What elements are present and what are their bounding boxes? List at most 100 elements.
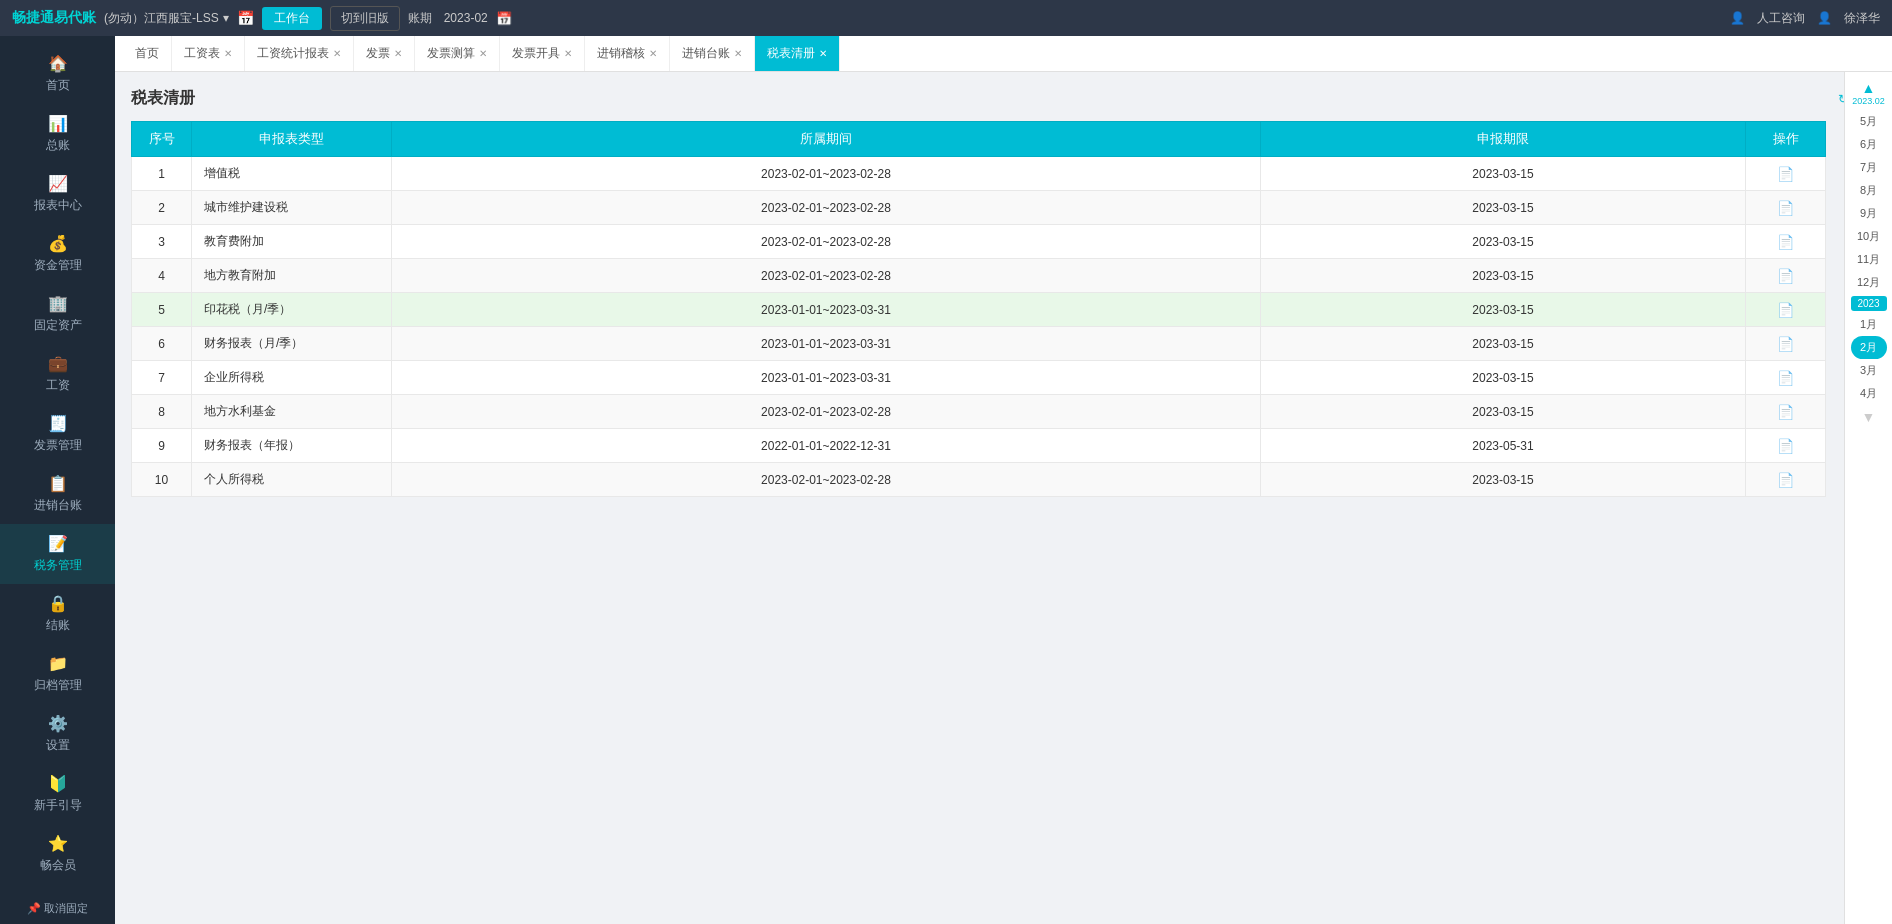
cell-action[interactable]: 📄: [1746, 191, 1826, 225]
close-icon[interactable]: ✕: [649, 48, 657, 59]
cell-action[interactable]: 📄: [1746, 327, 1826, 361]
cell-deadline: 2023-05-31: [1260, 429, 1745, 463]
close-icon[interactable]: ✕: [734, 48, 742, 59]
cell-action[interactable]: 📄: [1746, 395, 1826, 429]
cell-index: 10: [132, 463, 192, 497]
sidebar-item-general-ledger[interactable]: 📊 总账: [0, 104, 115, 164]
edit-icon[interactable]: 📄: [1777, 302, 1794, 318]
close-icon[interactable]: ✕: [224, 48, 232, 59]
cell-action[interactable]: 📄: [1746, 463, 1826, 497]
tab-invoice-open[interactable]: 发票开具 ✕: [500, 36, 585, 72]
tab-payroll-stats[interactable]: 工资统计报表 ✕: [245, 36, 354, 72]
invoice-icon: 🧾: [48, 414, 68, 433]
timeline-month-7[interactable]: 7月: [1851, 156, 1887, 179]
col-index: 序号: [132, 122, 192, 157]
cell-index: 1: [132, 157, 192, 191]
period-label: 账期: [408, 10, 432, 27]
sidebar-item-purchase-sales[interactable]: 📋 进销台账: [0, 464, 115, 524]
sidebar-item-settings[interactable]: ⚙️ 设置: [0, 704, 115, 764]
user-service-button[interactable]: 人工咨询: [1757, 10, 1805, 27]
sidebar-item-invoice-mgmt[interactable]: 🧾 发票管理: [0, 404, 115, 464]
cell-action[interactable]: 📄: [1746, 225, 1826, 259]
table-row: 3教育费附加2023-02-01~2023-02-282023-03-15📄: [132, 225, 1826, 259]
close-icon[interactable]: ✕: [479, 48, 487, 59]
chevron-up-button[interactable]: ▲: [1862, 80, 1876, 96]
timeline-month-4[interactable]: 4月: [1851, 382, 1887, 405]
close-icon[interactable]: ✕: [564, 48, 572, 59]
table-row: 9财务报表（年报）2022-01-01~2022-12-312023-05-31…: [132, 429, 1826, 463]
tab-bar: 首页 工资表 ✕ 工资统计报表 ✕ 发票 ✕ 发票测算 ✕ 发票开具 ✕: [115, 36, 1892, 72]
timeline-month-11[interactable]: 11月: [1851, 248, 1887, 271]
workbench-button[interactable]: 工作台: [262, 7, 322, 30]
switch-button[interactable]: 切到旧版: [330, 6, 400, 31]
tab-tax-register[interactable]: 税表清册 ✕: [755, 36, 840, 72]
sidebar-item-home[interactable]: 🏠 首页: [0, 44, 115, 104]
edit-icon[interactable]: 📄: [1777, 166, 1794, 182]
sidebar-item-closing[interactable]: 🔒 结账: [0, 584, 115, 644]
cell-index: 6: [132, 327, 192, 361]
timeline-month-12[interactable]: 12月: [1851, 271, 1887, 294]
period-value: 2023-02: [444, 11, 488, 25]
sidebar-item-payroll[interactable]: 💼 工资: [0, 344, 115, 404]
cell-action[interactable]: 📄: [1746, 361, 1826, 395]
edit-icon[interactable]: 📄: [1777, 472, 1794, 488]
edit-icon[interactable]: 📄: [1777, 268, 1794, 284]
col-action: 操作: [1746, 122, 1826, 157]
cell-action[interactable]: 📄: [1746, 259, 1826, 293]
edit-icon[interactable]: 📄: [1777, 234, 1794, 250]
cell-type: 地方水利基金: [192, 395, 392, 429]
timeline-month-9[interactable]: 9月: [1851, 202, 1887, 225]
tab-purchase-audit[interactable]: 进销稽核 ✕: [585, 36, 670, 72]
close-icon[interactable]: ✕: [819, 48, 827, 59]
cell-type: 企业所得税: [192, 361, 392, 395]
timeline-month-6[interactable]: 6月: [1851, 133, 1887, 156]
sidebar-item-label: 固定资产: [34, 317, 82, 334]
sidebar-item-fixed-assets[interactable]: 🏢 固定资产: [0, 284, 115, 344]
sidebar-item-beginner-guide[interactable]: 🔰 新手引导: [0, 764, 115, 824]
cell-index: 8: [132, 395, 192, 429]
tab-purchase-ledger[interactable]: 进销台账 ✕: [670, 36, 755, 72]
edit-icon[interactable]: 📄: [1777, 336, 1794, 352]
edit-icon[interactable]: 📄: [1777, 200, 1794, 216]
cell-deadline: 2023-03-15: [1260, 463, 1745, 497]
tab-payroll-table[interactable]: 工资表 ✕: [172, 36, 245, 72]
sidebar-item-label: 发票管理: [34, 437, 82, 454]
app-logo: 畅捷通易代账: [12, 9, 96, 27]
cell-deadline: 2023-03-15: [1260, 327, 1745, 361]
cell-action[interactable]: 📄: [1746, 293, 1826, 327]
user-name[interactable]: 徐泽华: [1844, 10, 1880, 27]
timeline-month-5[interactable]: 5月: [1851, 110, 1887, 133]
sidebar-item-tax-mgmt[interactable]: 📝 税务管理: [0, 524, 115, 584]
user-service-icon: 👤: [1730, 11, 1745, 25]
sidebar-item-archive-mgmt[interactable]: 📁 归档管理: [0, 644, 115, 704]
timeline-month-8[interactable]: 8月: [1851, 179, 1887, 202]
tab-invoice-calc[interactable]: 发票测算 ✕: [415, 36, 500, 72]
sidebar-item-report-center[interactable]: 📈 报表中心: [0, 164, 115, 224]
tab-invoice[interactable]: 发票 ✕: [354, 36, 415, 72]
timeline-month-1[interactable]: 1月: [1851, 313, 1887, 336]
cell-type: 财务报表（年报）: [192, 429, 392, 463]
tab-home[interactable]: 首页: [123, 36, 172, 72]
chevron-down-button[interactable]: ▼: [1862, 409, 1876, 425]
unpin-button[interactable]: 📌 取消固定: [0, 893, 115, 924]
edit-icon[interactable]: 📄: [1777, 370, 1794, 386]
timeline-month-3[interactable]: 3月: [1851, 359, 1887, 382]
edit-icon[interactable]: 📄: [1777, 438, 1794, 454]
close-icon[interactable]: ✕: [394, 48, 402, 59]
sidebar-item-vip-member[interactable]: ⭐ 畅会员: [0, 824, 115, 884]
table-container: 序号 申报表类型 所属期间 申报期限 操作 1增值税2023-02-01~202…: [131, 121, 1826, 497]
cell-period: 2023-02-01~2023-02-28: [392, 157, 1261, 191]
close-icon[interactable]: ✕: [333, 48, 341, 59]
chevron-down-icon: ▾: [223, 11, 229, 25]
col-period: 所属期间: [392, 122, 1261, 157]
cell-action[interactable]: 📄: [1746, 157, 1826, 191]
cell-action[interactable]: 📄: [1746, 429, 1826, 463]
edit-icon[interactable]: 📄: [1777, 404, 1794, 420]
timeline-year-2023[interactable]: 2023: [1851, 296, 1887, 311]
company-selector[interactable]: (勿动）江西服宝-LSS ▾: [104, 10, 229, 27]
timeline-month-10[interactable]: 10月: [1851, 225, 1887, 248]
purchase-icon: 📋: [48, 474, 68, 493]
timeline-panel: ▲ 2023.02 5月 6月 7月 8月 9月 10月 11月 12月 202…: [1844, 72, 1892, 924]
sidebar-item-capital-mgmt[interactable]: 💰 资金管理: [0, 224, 115, 284]
timeline-month-2[interactable]: 2月: [1851, 336, 1887, 359]
